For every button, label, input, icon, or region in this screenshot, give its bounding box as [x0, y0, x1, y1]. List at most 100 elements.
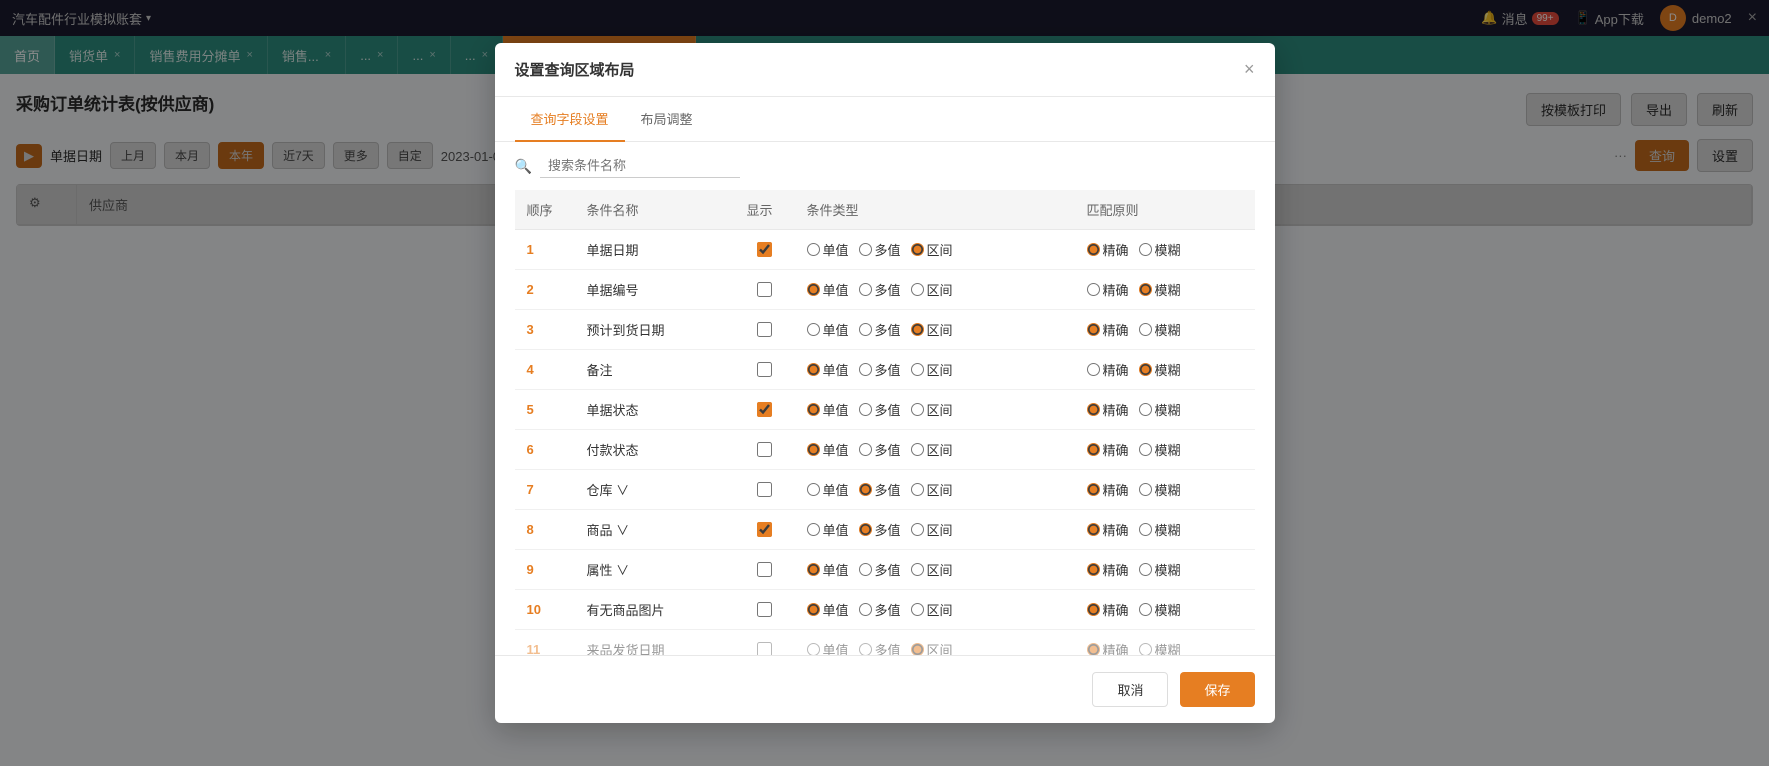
match-radio-5-模糊[interactable]: 模糊 [1139, 400, 1181, 419]
match-radio-1-精确[interactable]: 精确 [1087, 240, 1129, 259]
match-radio-9-模糊[interactable]: 模糊 [1139, 560, 1181, 579]
match-radio-7-精确[interactable]: 精确 [1087, 480, 1129, 499]
type-radio-11-区间[interactable]: 区间 [911, 640, 953, 655]
type-radio-3-区间[interactable]: 区间 [911, 320, 953, 339]
type-radio-2-单值[interactable]: 单值 [807, 280, 849, 299]
row-order-10: 10 [515, 590, 575, 630]
match-radio-6-模糊[interactable]: 模糊 [1139, 440, 1181, 459]
row-type-10: 单值 多值 区间 [795, 590, 1075, 630]
save-button[interactable]: 保存 [1180, 672, 1254, 707]
type-radio-7-区间[interactable]: 区间 [911, 480, 953, 499]
row-display-3[interactable] [735, 310, 795, 350]
match-radio-4-模糊[interactable]: 模糊 [1139, 360, 1181, 379]
type-radio-11-多值[interactable]: 多值 [859, 640, 901, 655]
row-type-11: 单值 多值 区间 [795, 630, 1075, 656]
type-radio-1-多值[interactable]: 多值 [859, 240, 901, 259]
match-radio-8-模糊[interactable]: 模糊 [1139, 520, 1181, 539]
type-radio-4-多值[interactable]: 多值 [859, 360, 901, 379]
row-display-2[interactable] [735, 270, 795, 310]
row-type-2: 单值 多值 区间 [795, 270, 1075, 310]
row-order-9: 9 [515, 550, 575, 590]
type-radio-10-单值[interactable]: 单值 [807, 600, 849, 619]
match-radio-7-模糊[interactable]: 模糊 [1139, 480, 1181, 499]
row-type-7: 单值 多值 区间 [795, 470, 1075, 510]
display-checkbox-9[interactable] [757, 562, 772, 577]
type-radio-6-多值[interactable]: 多值 [859, 440, 901, 459]
row-name-8: 商品 ∨ [575, 510, 735, 550]
display-checkbox-8[interactable] [757, 522, 772, 537]
match-radio-3-模糊[interactable]: 模糊 [1139, 320, 1181, 339]
type-radio-1-单值[interactable]: 单值 [807, 240, 849, 259]
table-row: 3预计到货日期 单值 多值 区间 精确 模糊 [515, 310, 1255, 350]
type-radio-10-区间[interactable]: 区间 [911, 600, 953, 619]
type-radio-5-区间[interactable]: 区间 [911, 400, 953, 419]
display-checkbox-6[interactable] [757, 442, 772, 457]
type-radio-5-单值[interactable]: 单值 [807, 400, 849, 419]
type-radio-8-单值[interactable]: 单值 [807, 520, 849, 539]
type-radio-9-多值[interactable]: 多值 [859, 560, 901, 579]
match-radio-8-精确[interactable]: 精确 [1087, 520, 1129, 539]
match-radio-6-精确[interactable]: 精确 [1087, 440, 1129, 459]
match-radio-1-模糊[interactable]: 模糊 [1139, 240, 1181, 259]
row-display-4[interactable] [735, 350, 795, 390]
modal-table: 顺序 条件名称 显示 条件类型 匹配原则 1单据日期 单值 多值 区间 精确 模… [515, 190, 1255, 655]
match-radio-9-精确[interactable]: 精确 [1087, 560, 1129, 579]
type-radio-9-区间[interactable]: 区间 [911, 560, 953, 579]
type-radio-3-单值[interactable]: 单值 [807, 320, 849, 339]
match-radio-11-模糊[interactable]: 模糊 [1139, 640, 1181, 655]
row-display-1[interactable] [735, 230, 795, 270]
row-display-9[interactable] [735, 550, 795, 590]
table-row: 4备注 单值 多值 区间 精确 模糊 [515, 350, 1255, 390]
type-radio-7-单值[interactable]: 单值 [807, 480, 849, 499]
row-display-8[interactable] [735, 510, 795, 550]
type-radio-8-区间[interactable]: 区间 [911, 520, 953, 539]
table-row: 8商品 ∨ 单值 多值 区间 精确 模糊 [515, 510, 1255, 550]
type-radio-2-区间[interactable]: 区间 [911, 280, 953, 299]
match-radio-3-精确[interactable]: 精确 [1087, 320, 1129, 339]
display-checkbox-10[interactable] [757, 602, 772, 617]
match-radio-10-模糊[interactable]: 模糊 [1139, 600, 1181, 619]
row-name-10: 有无商品图片 [575, 590, 735, 630]
match-radio-2-模糊[interactable]: 模糊 [1139, 280, 1181, 299]
modal-close-button[interactable]: × [1244, 59, 1255, 80]
type-radio-4-区间[interactable]: 区间 [911, 360, 953, 379]
table-row: 7仓库 ∨ 单值 多值 区间 精确 模糊 [515, 470, 1255, 510]
modal-tab-query-settings[interactable]: 查询字段设置 [515, 97, 625, 142]
display-checkbox-4[interactable] [757, 362, 772, 377]
row-order-5: 5 [515, 390, 575, 430]
type-radio-2-多值[interactable]: 多值 [859, 280, 901, 299]
display-checkbox-2[interactable] [757, 282, 772, 297]
type-radio-8-多值[interactable]: 多值 [859, 520, 901, 539]
display-checkbox-1[interactable] [757, 242, 772, 257]
match-radio-2-精确[interactable]: 精确 [1087, 280, 1129, 299]
type-radio-1-区间[interactable]: 区间 [911, 240, 953, 259]
type-radio-6-区间[interactable]: 区间 [911, 440, 953, 459]
row-type-8: 单值 多值 区间 [795, 510, 1075, 550]
type-radio-9-单值[interactable]: 单值 [807, 560, 849, 579]
row-display-6[interactable] [735, 430, 795, 470]
display-checkbox-3[interactable] [757, 322, 772, 337]
row-display-7[interactable] [735, 470, 795, 510]
display-checkbox-5[interactable] [757, 402, 772, 417]
type-radio-11-单值[interactable]: 单值 [807, 640, 849, 655]
type-radio-6-单值[interactable]: 单值 [807, 440, 849, 459]
type-radio-10-多值[interactable]: 多值 [859, 600, 901, 619]
search-input[interactable] [540, 154, 740, 178]
match-radio-11-精确[interactable]: 精确 [1087, 640, 1129, 655]
modal-tab-layout[interactable]: 布局调整 [625, 97, 709, 142]
type-radio-4-单值[interactable]: 单值 [807, 360, 849, 379]
match-radio-10-精确[interactable]: 精确 [1087, 600, 1129, 619]
row-display-10[interactable] [735, 590, 795, 630]
display-checkbox-11[interactable] [757, 642, 772, 655]
row-display-11[interactable] [735, 630, 795, 656]
type-radio-7-多值[interactable]: 多值 [859, 480, 901, 499]
th-type: 条件类型 [795, 190, 1075, 230]
type-radio-5-多值[interactable]: 多值 [859, 400, 901, 419]
row-type-6: 单值 多值 区间 [795, 430, 1075, 470]
type-radio-3-多值[interactable]: 多值 [859, 320, 901, 339]
match-radio-5-精确[interactable]: 精确 [1087, 400, 1129, 419]
display-checkbox-7[interactable] [757, 482, 772, 497]
row-display-5[interactable] [735, 390, 795, 430]
cancel-button[interactable]: 取消 [1092, 672, 1168, 707]
match-radio-4-精确[interactable]: 精确 [1087, 360, 1129, 379]
